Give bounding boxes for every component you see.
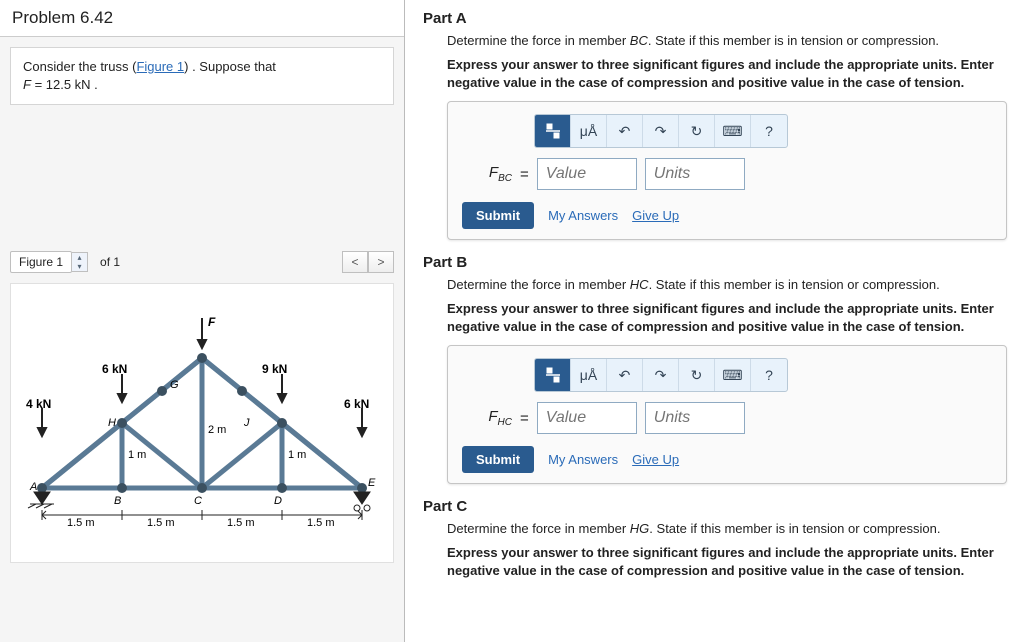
- part-c-statement: Determine the force in member HG. State …: [447, 521, 1006, 536]
- figure-selector: Figure 1 ▴▾ of 1 < >: [10, 251, 394, 273]
- svg-text:D: D: [274, 495, 282, 507]
- redo-icon[interactable]: ↷: [643, 359, 679, 391]
- part-b-heading: Part B: [423, 254, 1006, 271]
- svg-text:1 m: 1 m: [128, 449, 146, 461]
- truss-diagram: 4 kN 6 kN F 9 kN 6 kN 1 m 2 m 1 m A B C …: [22, 308, 382, 538]
- svg-text:1.5 m: 1.5 m: [67, 517, 95, 529]
- svg-text:1.5 m: 1.5 m: [307, 517, 335, 529]
- submit-button[interactable]: Submit: [462, 202, 534, 229]
- figure-prev-button[interactable]: <: [342, 251, 368, 273]
- fraction-tool-icon[interactable]: [535, 115, 571, 147]
- part-b-statement: Determine the force in member HC. State …: [447, 277, 1006, 292]
- svg-text:H: H: [108, 417, 116, 429]
- answer-toolbar: μÅ ↶ ↷ ↻ ⌨ ?: [534, 114, 788, 148]
- give-up-link[interactable]: Give Up: [632, 208, 679, 223]
- svg-text:E: E: [368, 477, 376, 489]
- svg-text:C: C: [194, 495, 202, 507]
- svg-text:6 kN: 6 kN: [344, 397, 369, 411]
- parts-area: Part A Determine the force in member BC.…: [405, 0, 1024, 642]
- part-b-answer-block: μÅ ↶ ↷ ↻ ⌨ ? FHC = Submit My Answers Giv…: [447, 345, 1007, 484]
- submit-button[interactable]: Submit: [462, 446, 534, 473]
- part-a: Part A Determine the force in member BC.…: [423, 10, 1006, 240]
- figure-dropdown[interactable]: Figure 1: [10, 251, 72, 273]
- svg-text:6 kN: 6 kN: [102, 362, 127, 376]
- answer-toolbar: μÅ ↶ ↷ ↻ ⌨ ?: [534, 358, 788, 392]
- var-label: FHC: [462, 408, 512, 428]
- figure-link[interactable]: Figure 1: [136, 59, 184, 74]
- svg-text:A: A: [29, 481, 37, 493]
- part-a-instructions: Express your answer to three significant…: [447, 56, 1006, 91]
- problem-title: Problem 6.42: [0, 0, 404, 37]
- units-input[interactable]: [645, 158, 745, 190]
- svg-text:F: F: [208, 315, 216, 329]
- svg-text:1 m: 1 m: [288, 449, 306, 461]
- part-b: Part B Determine the force in member HC.…: [423, 254, 1006, 484]
- part-b-instructions: Express your answer to three significant…: [447, 300, 1006, 335]
- part-c-instructions: Express your answer to three significant…: [447, 544, 1006, 579]
- part-a-statement: Determine the force in member BC. State …: [447, 33, 1006, 48]
- svg-text:G: G: [170, 379, 179, 391]
- value-input[interactable]: [537, 402, 637, 434]
- part-a-answer-block: μÅ ↶ ↷ ↻ ⌨ ? FBC = Submit My Answers Giv…: [447, 101, 1007, 240]
- figure-canvas: 4 kN 6 kN F 9 kN 6 kN 1 m 2 m 1 m A B C …: [10, 283, 394, 563]
- svg-text:J: J: [243, 417, 250, 429]
- part-a-heading: Part A: [423, 10, 1006, 27]
- svg-text:1.5 m: 1.5 m: [227, 517, 255, 529]
- my-answers-link[interactable]: My Answers: [548, 208, 618, 223]
- figure-stepper-icon[interactable]: ▴▾: [72, 252, 88, 272]
- undo-icon[interactable]: ↶: [607, 115, 643, 147]
- part-c-heading: Part C: [423, 498, 1006, 515]
- svg-text:1.5 m: 1.5 m: [147, 517, 175, 529]
- mu-angstrom-icon[interactable]: μÅ: [571, 115, 607, 147]
- units-input[interactable]: [645, 402, 745, 434]
- keyboard-icon[interactable]: ⌨: [715, 115, 751, 147]
- mu-angstrom-icon[interactable]: μÅ: [571, 359, 607, 391]
- svg-text:4 kN: 4 kN: [26, 397, 51, 411]
- figure-next-button[interactable]: >: [368, 251, 394, 273]
- problem-sidebar: Problem 6.42 Consider the truss (Figure …: [0, 0, 405, 642]
- help-icon[interactable]: ?: [751, 115, 787, 147]
- svg-text:9 kN: 9 kN: [262, 362, 287, 376]
- my-answers-link[interactable]: My Answers: [548, 452, 618, 467]
- problem-description: Consider the truss (Figure 1) . Suppose …: [10, 47, 394, 105]
- svg-text:2 m: 2 m: [208, 424, 226, 436]
- redo-icon[interactable]: ↷: [643, 115, 679, 147]
- undo-icon[interactable]: ↶: [607, 359, 643, 391]
- help-icon[interactable]: ?: [751, 359, 787, 391]
- reset-icon[interactable]: ↻: [679, 359, 715, 391]
- keyboard-icon[interactable]: ⌨: [715, 359, 751, 391]
- svg-text:B: B: [114, 495, 121, 507]
- fraction-tool-icon[interactable]: [535, 359, 571, 391]
- reset-icon[interactable]: ↻: [679, 115, 715, 147]
- value-input[interactable]: [537, 158, 637, 190]
- part-c: Part C Determine the force in member HG.…: [423, 498, 1006, 579]
- give-up-link[interactable]: Give Up: [632, 452, 679, 467]
- var-label: FBC: [462, 164, 512, 184]
